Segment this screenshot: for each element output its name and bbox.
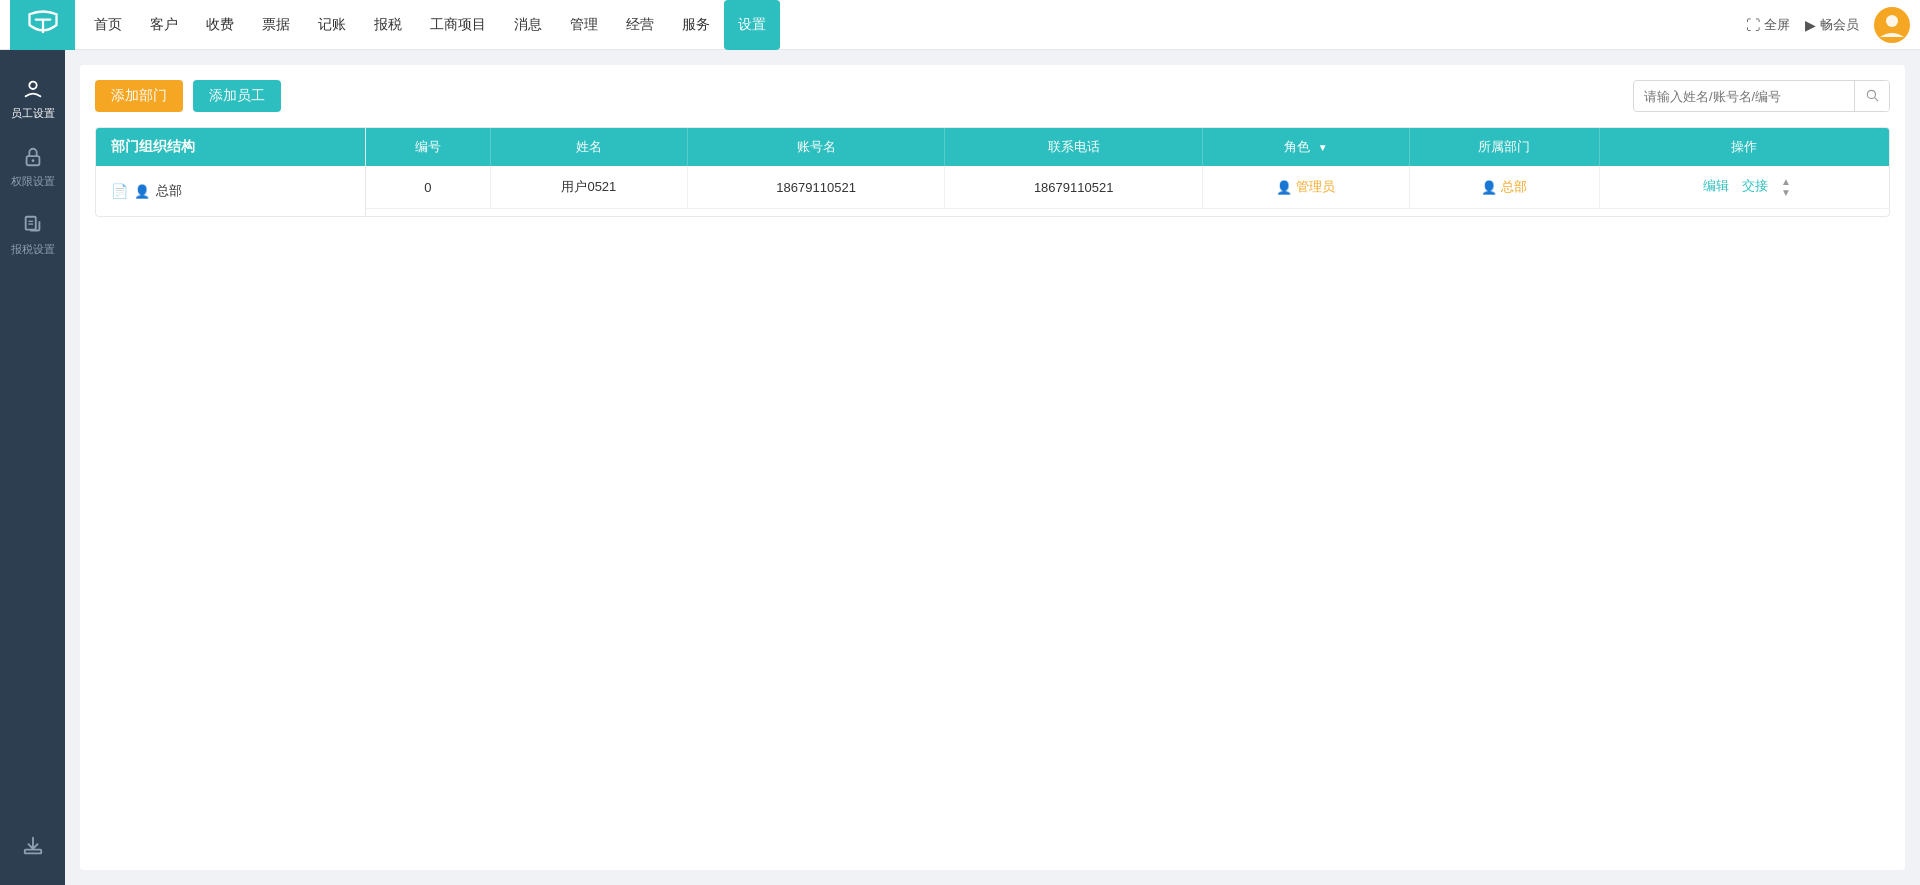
cell-name: 用户0521 [490,166,687,209]
search-box [1633,80,1890,112]
col-name: 姓名 [490,128,687,166]
employee-table: 编号 姓名 账号名 联系电话 角色 ▼ 所属部门 操作 [366,128,1889,209]
cell-phone: 18679110521 [945,166,1203,209]
filter-icon: ▼ [1318,142,1328,153]
sidebar-item-permissions[interactable]: 权限设置 [0,133,65,201]
col-phone: 联系电话 [945,128,1203,166]
svg-point-1 [29,82,36,89]
cell-account: 18679110521 [687,166,945,209]
lock-icon [21,145,45,169]
search-input[interactable] [1634,89,1854,104]
file-icon: 📄 [111,183,128,199]
nav-item-service[interactable]: 服务 [668,0,724,50]
vip-button[interactable]: ▶ 畅会员 [1805,16,1859,34]
nav-item-bill[interactable]: 票据 [248,0,304,50]
col-role[interactable]: 角色 ▼ [1202,128,1409,166]
employee-icon [21,77,45,101]
nav-item-settings[interactable]: 设置 [724,0,780,50]
download-icon [21,834,45,858]
nav-items: 首页 客户 收费 票据 记账 报税 工商项目 消息 管理 经营 服务 设置 [80,0,1746,50]
sidebar-item-tax-settings[interactable]: 报税设置 [0,201,65,269]
nav-item-business[interactable]: 工商项目 [416,0,500,50]
svg-rect-7 [24,850,41,854]
page-content: 添加部门 添加员工 部门组织结构 [80,65,1905,870]
sidebar-download-button[interactable] [0,822,65,870]
table-header: 编号 姓名 账号名 联系电话 角色 ▼ 所属部门 操作 [366,128,1889,166]
nav-item-home[interactable]: 首页 [80,0,136,50]
tax-icon [21,213,45,237]
add-staff-button[interactable]: 添加员工 [193,80,281,112]
content-area: 添加部门 添加员工 部门组织结构 [65,50,1920,885]
svg-line-9 [1875,97,1878,100]
user-icon: 👤 [134,184,150,199]
nav-item-tax[interactable]: 报税 [360,0,416,50]
col-actions: 操作 [1599,128,1889,166]
fullscreen-icon: ⛶ [1746,17,1760,33]
col-dept: 所属部门 [1409,128,1599,166]
scroll-up-arrow[interactable]: ▲ ▼ [1781,176,1791,198]
toolbar: 添加部门 添加员工 [95,80,1890,112]
cell-role: 👤 管理员 [1202,166,1409,209]
table-row: 0 用户0521 18679110521 18679110521 👤 管理员 [366,166,1889,209]
transfer-button[interactable]: 交接 [1742,178,1768,193]
main-area: 部门组织结构 📄 👤 总部 编号 [95,127,1890,217]
cell-actions: 编辑 交接 ▲ ▼ [1599,166,1889,209]
sidebar-item-employee[interactable]: 员工设置 [0,65,65,133]
sidebar: 员工设置 权限设置 报税设置 [0,50,65,885]
add-dept-button[interactable]: 添加部门 [95,80,183,112]
svg-point-3 [31,159,34,162]
dept-panel: 部门组织结构 📄 👤 总部 [96,128,366,216]
table-body: 0 用户0521 18679110521 18679110521 👤 管理员 [366,166,1889,209]
vip-icon: ▶ [1805,17,1816,33]
dept-tree: 📄 👤 总部 [96,166,365,216]
nav-item-client[interactable]: 客户 [136,0,192,50]
fullscreen-button[interactable]: ⛶ 全屏 [1746,16,1790,34]
top-navigation: 首页 客户 收费 票据 记账 报税 工商项目 消息 管理 经营 服务 设置 ⛶ … [0,0,1920,50]
cell-dept: 👤 总部 [1409,166,1599,209]
dept-tree-item[interactable]: 📄 👤 总部 [106,176,355,206]
avatar[interactable] [1874,7,1910,43]
dept-panel-header: 部门组织结构 [96,128,365,166]
svg-point-0 [1886,15,1898,27]
nav-item-operation[interactable]: 经营 [612,0,668,50]
nav-item-manage[interactable]: 管理 [556,0,612,50]
table-panel: 编号 姓名 账号名 联系电话 角色 ▼ 所属部门 操作 [366,128,1889,216]
col-id: 编号 [366,128,490,166]
dept-user-icon: 👤 [1481,180,1497,195]
nav-right: ⛶ 全屏 ▶ 畅会员 [1746,7,1910,43]
dept-name: 总部 [156,182,182,200]
nav-item-fee[interactable]: 收费 [192,0,248,50]
nav-item-account[interactable]: 记账 [304,0,360,50]
nav-item-message[interactable]: 消息 [500,0,556,50]
col-account: 账号名 [687,128,945,166]
role-user-icon: 👤 [1276,180,1292,195]
svg-rect-4 [25,217,35,230]
search-button[interactable] [1854,81,1889,111]
cell-id: 0 [366,166,490,209]
main-layout: 员工设置 权限设置 报税设置 [0,50,1920,885]
logo[interactable] [10,0,75,50]
edit-button[interactable]: 编辑 [1703,178,1729,193]
